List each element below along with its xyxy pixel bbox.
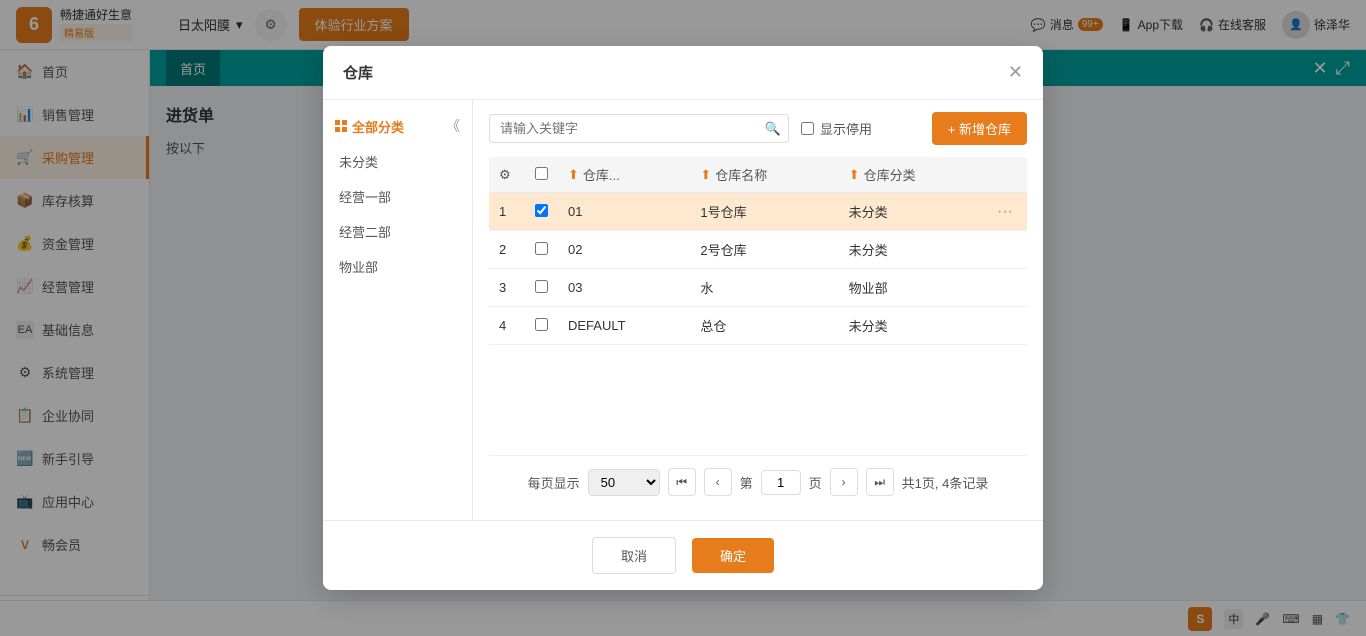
first-page-button[interactable]: ⏮ [668, 468, 696, 496]
col-header-gear: ⚙ [489, 157, 525, 193]
row-name: 水 [690, 269, 838, 307]
col-header-category[interactable]: ⬆ 仓库分类 [839, 157, 987, 193]
row-more [987, 307, 1027, 345]
category-item-ops2[interactable]: 经营二部 [323, 214, 472, 249]
row-checkbox-cell [525, 231, 558, 269]
row-checkbox[interactable] [535, 204, 548, 217]
show-disabled-label: 显示停用 [820, 119, 872, 138]
row-more [987, 269, 1027, 307]
show-disabled-checkbox[interactable]: 显示停用 [801, 119, 872, 138]
page-prefix-label: 第 [740, 473, 753, 492]
category-item-ops1[interactable]: 经营一部 [323, 179, 472, 214]
content-panel: 🔍 显示停用 + 新增仓库 ⚙ [473, 100, 1043, 520]
row-category: 未分类 [839, 193, 987, 231]
row-category: 未分类 [839, 307, 987, 345]
row-code: DEFAULT [558, 307, 690, 345]
search-input-wrap: 🔍 [489, 114, 789, 143]
cancel-button[interactable]: 取消 [592, 537, 676, 574]
modal-body: 全部分类 《 未分类 经营一部 经营二部 物业部 🔍 显示停用 + 新 [323, 100, 1043, 520]
page-suffix-label: 页 [809, 473, 822, 492]
row-code: 03 [558, 269, 690, 307]
category-item-property[interactable]: 物业部 [323, 249, 472, 284]
row-index: 1 [489, 193, 525, 231]
category-all-label: 全部分类 [352, 117, 404, 136]
per-page-select[interactable]: 50 100 [588, 469, 660, 496]
warehouse-modal: 仓库 ✕ 全部分类 《 未分类 经营一部 经营二部 物业 [323, 46, 1043, 590]
page-number-input[interactable] [761, 470, 801, 495]
col-code-label: 仓库... [583, 165, 620, 184]
col-header-code[interactable]: ⬆ 仓库... [558, 157, 690, 193]
prev-page-button[interactable]: ‹ [704, 468, 732, 496]
category-header[interactable]: 全部分类 《 [323, 108, 472, 144]
col-header-actions [987, 157, 1027, 193]
row-index: 2 [489, 231, 525, 269]
row-more [987, 231, 1027, 269]
more-button[interactable]: ··· [997, 203, 1013, 220]
row-checkbox-cell [525, 269, 558, 307]
sort-icon-code: ⬆ [568, 167, 579, 183]
row-category: 物业部 [839, 269, 987, 307]
row-checkbox[interactable] [535, 280, 548, 293]
modal-footer: 取消 确定 [323, 520, 1043, 590]
row-code: 02 [558, 231, 690, 269]
col-gear-icon[interactable]: ⚙ [499, 167, 511, 182]
row-checkbox-cell [525, 307, 558, 345]
sort-icon-name: ⬆ [700, 167, 711, 183]
row-checkbox[interactable] [535, 242, 548, 255]
col-name-label: 仓库名称 [715, 165, 767, 184]
table-header-row: ⚙ ⬆ 仓库... [489, 157, 1027, 193]
confirm-button[interactable]: 确定 [692, 538, 774, 573]
col-category-label: 仓库分类 [864, 165, 916, 184]
row-name: 2号仓库 [690, 231, 838, 269]
table-body: 1 01 1号仓库 未分类 ··· 2 02 2号仓库 未分类 3 03 水 物… [489, 193, 1027, 345]
row-category: 未分类 [839, 231, 987, 269]
modal-header: 仓库 ✕ [323, 46, 1043, 100]
search-icon[interactable]: 🔍 [765, 121, 781, 137]
next-page-button[interactable]: › [830, 468, 858, 496]
modal-close-button[interactable]: ✕ [1008, 62, 1023, 83]
row-checkbox-cell [525, 193, 558, 231]
row-index: 3 [489, 269, 525, 307]
table-row: 4 DEFAULT 总仓 未分类 [489, 307, 1027, 345]
pagination: 每页显示 50 100 ⏮ ‹ 第 页 › ⏭ 共1页, 4条记录 [489, 455, 1027, 508]
table-row: 2 02 2号仓库 未分类 [489, 231, 1027, 269]
table-row: 3 03 水 物业部 [489, 269, 1027, 307]
search-input[interactable] [489, 114, 789, 143]
table-row: 1 01 1号仓库 未分类 ··· [489, 193, 1027, 231]
row-code: 01 [558, 193, 690, 231]
total-info: 共1页, 4条记录 [902, 473, 989, 492]
row-name: 总仓 [690, 307, 838, 345]
add-warehouse-button[interactable]: + 新增仓库 [932, 112, 1027, 145]
col-header-name[interactable]: ⬆ 仓库名称 [690, 157, 838, 193]
last-page-button[interactable]: ⏭ [866, 468, 894, 496]
per-page-label: 每页显示 [528, 473, 580, 492]
category-item-uncategorized[interactable]: 未分类 [323, 144, 472, 179]
table-container: ⚙ ⬆ 仓库... [489, 157, 1027, 447]
category-panel: 全部分类 《 未分类 经营一部 经营二部 物业部 [323, 100, 473, 520]
select-all-checkbox[interactable] [535, 167, 548, 180]
sort-icon-category: ⬆ [849, 167, 860, 183]
col-header-check [525, 157, 558, 193]
disabled-checkbox[interactable] [801, 122, 814, 135]
warehouse-table: ⚙ ⬆ 仓库... [489, 157, 1027, 345]
row-more: ··· [987, 193, 1027, 231]
row-checkbox[interactable] [535, 318, 548, 331]
modal-title: 仓库 [343, 62, 373, 83]
grid-icon [335, 120, 348, 133]
row-index: 4 [489, 307, 525, 345]
search-bar: 🔍 显示停用 + 新增仓库 [489, 112, 1027, 145]
collapse-button[interactable]: 《 [446, 116, 460, 136]
row-name: 1号仓库 [690, 193, 838, 231]
